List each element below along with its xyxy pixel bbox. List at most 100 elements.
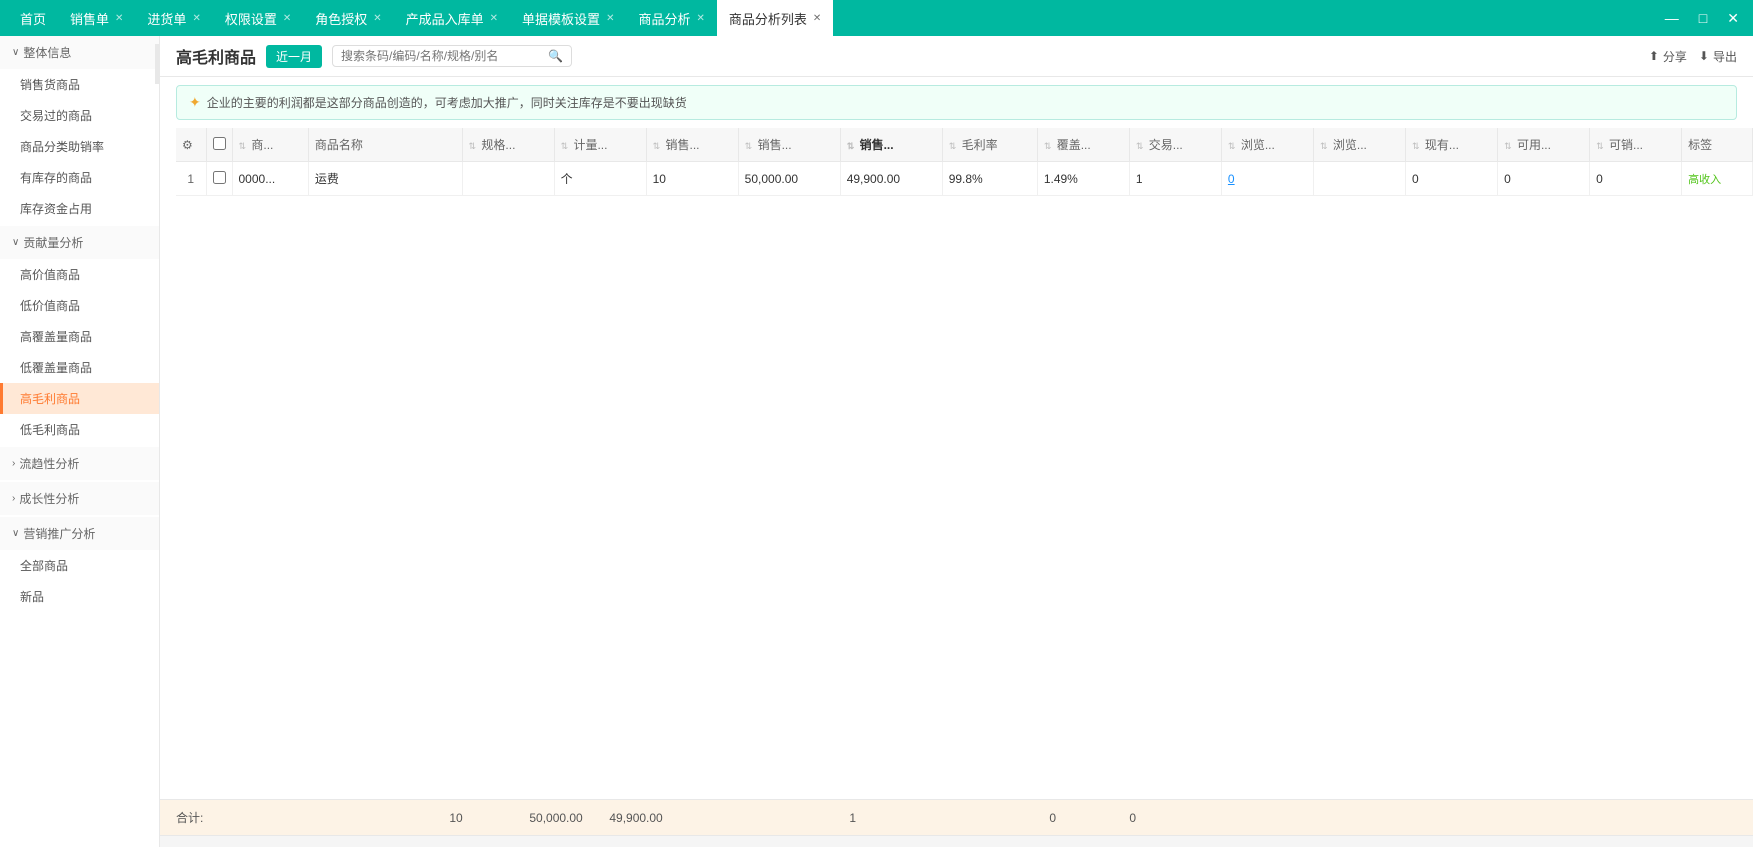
collapse-arrow-overall: ∨ — [12, 47, 19, 58]
col-browse1[interactable]: ⇅ 浏览... — [1221, 128, 1313, 162]
row-checkbox[interactable] — [213, 171, 226, 184]
sidebar-group-marketing-header[interactable]: ∨ 营销推广分析 — [0, 517, 159, 550]
row-available: 0 — [1498, 162, 1590, 196]
sidebar-item-stock-capital[interactable]: 库存资金占用 — [0, 193, 159, 224]
row-tag: 高收入 — [1682, 162, 1753, 196]
col-transactions[interactable]: ⇅ 交易... — [1129, 128, 1221, 162]
row-gross-rate: 99.8% — [942, 162, 1037, 196]
footer-sales3: 49,900.00 — [603, 811, 683, 825]
sidebar-item-low-margin[interactable]: 低毛利商品 — [0, 414, 159, 445]
search-box: 🔍 — [332, 45, 572, 67]
footer-spacer1 — [243, 811, 443, 825]
sidebar-item-stocked-goods[interactable]: 有库存的商品 — [0, 162, 159, 193]
row-name: 运费 — [308, 162, 462, 196]
close-sales-order[interactable]: ✕ — [115, 13, 123, 24]
info-banner: ✦ 企业的主要的利润都是这部分商品创造的，可考虑加大推广，同时关注库存是不要出现… — [176, 85, 1737, 120]
nav-finished-goods[interactable]: 产成品入库单 ✕ — [394, 0, 510, 36]
nav-role-auth[interactable]: 角色授权 ✕ — [303, 0, 393, 36]
top-navigation: 首页 销售单 ✕ 进货单 ✕ 权限设置 ✕ 角色授权 ✕ 产成品入库单 ✕ 单据… — [0, 0, 1753, 36]
search-input[interactable] — [341, 49, 548, 63]
col-sales1[interactable]: ⇅ 销售... — [646, 128, 738, 162]
col-spec[interactable]: ⇅ 规格... — [462, 128, 554, 162]
close-product-analysis[interactable]: ✕ — [696, 13, 704, 24]
col-gross-rate[interactable]: ⇅ 毛利率 — [942, 128, 1037, 162]
main-layout: « ∨ 整体信息 销售货商品 交易过的商品 商品分类助销率 有库存的商品 库存资… — [0, 36, 1753, 847]
table-header-row: ⚙ ⇅ 商... 商品名称 ⇅ — [176, 128, 1753, 162]
sidebar-item-high-margin[interactable]: 高毛利商品 — [0, 383, 159, 414]
sidebar-item-new-goods[interactable]: 新品 — [0, 581, 159, 612]
sidebar-group-marketing: ∨ 营销推广分析 全部商品 新品 — [0, 517, 159, 612]
search-icon[interactable]: 🔍 — [548, 49, 563, 63]
row-spec — [462, 162, 554, 196]
footer-spacer2 — [683, 811, 843, 825]
sidebar-item-sales-goods[interactable]: 销售货商品 — [0, 69, 159, 100]
row-num: 1 — [176, 162, 206, 196]
footer-values: 10 50,000.00 49,900.00 1 0 0 — [243, 811, 1737, 825]
window-close[interactable]: ✕ — [1721, 8, 1745, 29]
col-code[interactable]: ⇅ 商... — [232, 128, 308, 162]
collapse-arrow-growth: › — [12, 493, 15, 504]
header-actions: ⬆ 分享 ⬇ 导出 — [1649, 48, 1737, 65]
export-button[interactable]: ⬇ 导出 — [1699, 48, 1737, 65]
sidebar-item-low-coverage[interactable]: 低覆盖量商品 — [0, 352, 159, 383]
time-filter-button[interactable]: 近一月 — [266, 45, 322, 68]
col-available[interactable]: ⇅ 可用... — [1498, 128, 1590, 162]
row-sales2: 50,000.00 — [738, 162, 840, 196]
collapse-arrow-trend: › — [12, 458, 15, 469]
nav-permission-settings[interactable]: 权限设置 ✕ — [213, 0, 303, 36]
window-minimize[interactable]: — — [1659, 8, 1685, 28]
row-sales1: 10 — [646, 162, 738, 196]
sidebar-item-low-value[interactable]: 低价值商品 — [0, 290, 159, 321]
col-tag[interactable]: 标签 — [1682, 128, 1753, 162]
sidebar-item-all-goods[interactable]: 全部商品 — [0, 550, 159, 581]
sidebar-group-contribution: ∨ 贡献量分析 高价值商品 低价值商品 高覆盖量商品 低覆盖量商品 高毛利商品 … — [0, 226, 159, 445]
col-num: ⚙ — [176, 128, 206, 162]
footer-sales1: 10 — [443, 811, 523, 825]
nav-product-analysis-list[interactable]: 商品分析列表 ✕ — [717, 0, 833, 36]
collapse-arrow-marketing: ∨ — [12, 528, 19, 539]
col-name[interactable]: 商品名称 — [308, 128, 462, 162]
sidebar-group-overall-header[interactable]: ∨ 整体信息 — [0, 36, 159, 69]
sidebar-group-trend-header[interactable]: › 流趋性分析 — [0, 447, 159, 480]
share-button[interactable]: ⬆ 分享 — [1649, 48, 1687, 65]
col-current[interactable]: ⇅ 现有... — [1406, 128, 1498, 162]
close-template-settings[interactable]: ✕ — [606, 13, 614, 24]
select-all-checkbox[interactable] — [213, 137, 226, 150]
settings-icon[interactable]: ⚙ — [182, 138, 193, 152]
info-icon: ✦ — [189, 94, 201, 111]
row-unit: 个 — [554, 162, 646, 196]
close-purchase-order[interactable]: ✕ — [192, 13, 200, 24]
content-header: 高毛利商品 近一月 🔍 ⬆ 分享 ⬇ 导出 — [160, 36, 1753, 77]
nav-template-settings[interactable]: 单据模板设置 ✕ — [510, 0, 626, 36]
sidebar-item-high-value[interactable]: 高价值商品 — [0, 259, 159, 290]
window-controls: — □ ✕ — [1659, 8, 1745, 29]
nav-purchase-order[interactable]: 进货单 ✕ — [135, 0, 212, 36]
close-permission-settings[interactable]: ✕ — [283, 13, 291, 24]
row-coverage: 1.49% — [1037, 162, 1129, 196]
footer-current: 0 — [1043, 811, 1123, 825]
col-unit[interactable]: ⇅ 计量... — [554, 128, 646, 162]
sidebar-item-high-coverage[interactable]: 高覆盖量商品 — [0, 321, 159, 352]
sidebar-item-category-rate[interactable]: 商品分类助销率 — [0, 131, 159, 162]
sidebar-group-contribution-header[interactable]: ∨ 贡献量分析 — [0, 226, 159, 259]
col-sales2[interactable]: ⇅ 销售... — [738, 128, 840, 162]
col-sales3[interactable]: ⇅ 销售... — [840, 128, 942, 162]
close-role-auth[interactable]: ✕ — [373, 13, 381, 24]
sidebar-group-overall: ∨ 整体信息 销售货商品 交易过的商品 商品分类助销率 有库存的商品 库存资金占… — [0, 36, 159, 224]
close-finished-goods[interactable]: ✕ — [490, 13, 498, 24]
sidebar-item-traded-goods[interactable]: 交易过的商品 — [0, 100, 159, 131]
nav-sales-order[interactable]: 销售单 ✕ — [58, 0, 135, 36]
window-maximize[interactable]: □ — [1693, 8, 1713, 28]
nav-product-analysis[interactable]: 商品分析 ✕ — [626, 0, 716, 36]
col-browse2[interactable]: ⇅ 浏览... — [1313, 128, 1405, 162]
sidebar-group-growth-header[interactable]: › 成长性分析 — [0, 482, 159, 515]
close-product-analysis-list[interactable]: ✕ — [813, 13, 821, 24]
horizontal-scrollbar[interactable] — [160, 835, 1753, 847]
row-transactions: 1 — [1129, 162, 1221, 196]
export-icon: ⬇ — [1699, 49, 1709, 63]
row-browse2 — [1313, 162, 1405, 196]
col-coverage[interactable]: ⇅ 覆盖... — [1037, 128, 1129, 162]
nav-home[interactable]: 首页 — [8, 0, 58, 36]
col-saleable[interactable]: ⇅ 可销... — [1590, 128, 1682, 162]
sidebar-collapse-button[interactable]: « — [155, 44, 160, 84]
